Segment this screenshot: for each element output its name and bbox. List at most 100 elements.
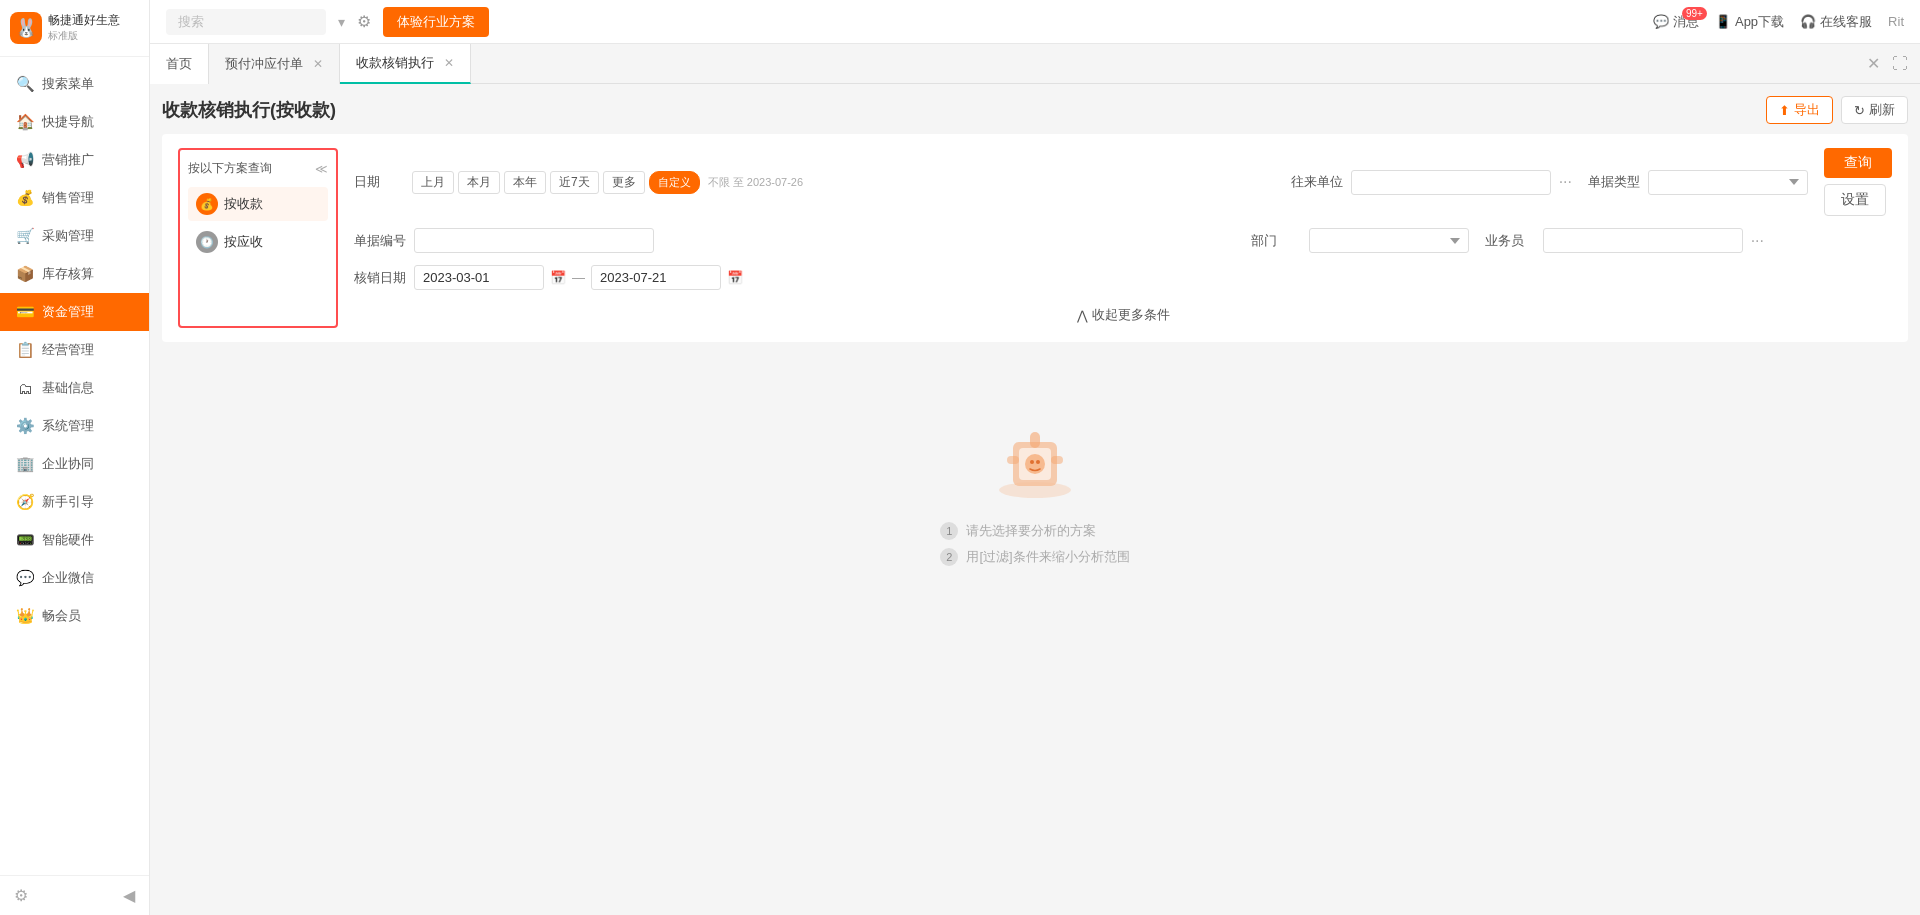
svg-point-8 [1036, 460, 1040, 464]
calendar-end-icon[interactable]: 📅 [727, 270, 743, 285]
tab-bar-actions: ✕ ⛶ [1863, 50, 1920, 77]
filter-scheme-title: 按以下方案查询 ≪ [188, 160, 328, 177]
main-area: 搜索 ▾ ⚙ 体验行业方案 💬 消息 99+ 📱 App下载 🎧 在线客服 Ri… [150, 0, 1920, 915]
sidebar-item-inventory[interactable]: 📦 库存核算 [0, 255, 149, 293]
message-badge[interactable]: 💬 消息 99+ [1653, 13, 1699, 31]
empty-tips: 1 请先选择要分析的方案 2 用[过滤]条件来缩小分析范围 [940, 518, 1129, 570]
sidebar-item-operation[interactable]: 📋 经营管理 [0, 331, 149, 369]
gear-icon[interactable]: ⚙ [357, 12, 371, 31]
docnumber-input[interactable] [414, 228, 654, 253]
guide-icon: 🧭 [16, 493, 34, 511]
sidebar-item-hardware[interactable]: 📟 智能硬件 [0, 521, 149, 559]
calendar-start-icon[interactable]: 📅 [550, 270, 566, 285]
logo-icon: 🐰 [10, 12, 42, 44]
svg-rect-6 [1051, 456, 1063, 464]
inventory-icon: 📦 [16, 265, 34, 283]
sidebar-item-wechat[interactable]: 💬 企业微信 [0, 559, 149, 597]
date-buttons: 上月 本月 本年 近7天 更多 自定义 [412, 171, 700, 194]
tab-prepay-label: 预付冲应付单 [225, 55, 303, 73]
message-count: 99+ [1682, 7, 1707, 20]
sidebar-item-label: 搜索菜单 [42, 75, 94, 93]
date-btn-custom[interactable]: 自定义 [649, 171, 700, 194]
tab-home[interactable]: 首页 [150, 44, 209, 84]
app-download[interactable]: 📱 App下载 [1715, 13, 1784, 31]
doctype-select[interactable] [1648, 170, 1808, 195]
filter-option-label: 按收款 [224, 195, 263, 213]
dept-label: 部门 [1251, 232, 1301, 250]
filter-option-by-receivable[interactable]: 🕐 按应收 [188, 225, 328, 259]
filter-staff-col: 业务员 ··· [1485, 228, 1764, 253]
basic-icon: 🗂 [16, 380, 34, 397]
online-service[interactable]: 🎧 在线客服 [1800, 13, 1872, 31]
sidebar-item-basic[interactable]: 🗂 基础信息 [0, 369, 149, 407]
filter-doctype-col: 单据类型 [1588, 170, 1808, 195]
tab-receipts[interactable]: 收款核销执行 ✕ [340, 44, 471, 84]
sidebar-item-purchase[interactable]: 🛒 采购管理 [0, 217, 149, 255]
tab-close-all-icon[interactable]: ✕ [1863, 50, 1884, 77]
svg-point-7 [1030, 460, 1034, 464]
sidebar-item-quick-nav[interactable]: 🏠 快捷导航 [0, 103, 149, 141]
tab-receipts-close-icon[interactable]: ✕ [444, 56, 454, 70]
sidebar-item-sales[interactable]: 💰 销售管理 [0, 179, 149, 217]
tab-prepay[interactable]: 预付冲应付单 ✕ [209, 44, 340, 84]
sidebar-bottom: ⚙ ◀ [0, 875, 149, 915]
filter-fields: 日期 上月 本月 本年 近7天 更多 自定义 不限 至 2023-07-26 [354, 148, 1892, 328]
solution-button[interactable]: 体验行业方案 [383, 7, 489, 37]
sidebar-item-search-menu[interactable]: 🔍 搜索菜单 [0, 65, 149, 103]
sidebar-item-marketing[interactable]: 📢 营销推广 [0, 141, 149, 179]
marketing-icon: 📢 [16, 151, 34, 169]
header-left: 搜索 ▾ ⚙ 体验行业方案 [166, 7, 489, 37]
counterparty-more-icon[interactable]: ··· [1559, 173, 1572, 191]
sidebar-item-label: 企业协同 [42, 455, 94, 473]
filter-docnumber-col: 单据编号 [354, 228, 654, 253]
filter-action-col: 查询 设置 [1824, 148, 1892, 216]
filter-option-by-receipt[interactable]: 💰 按收款 [188, 187, 328, 221]
staff-more-icon[interactable]: ··· [1751, 232, 1764, 250]
filter-dept-col: 部门 [1251, 228, 1469, 253]
verifydate-end-input[interactable] [591, 265, 721, 290]
setting-button[interactable]: 设置 [1824, 184, 1886, 216]
collapse-more-btn[interactable]: ⋀ 收起更多条件 [354, 302, 1892, 328]
header-right: 💬 消息 99+ 📱 App下载 🎧 在线客服 Rit [1653, 13, 1904, 31]
sidebar-item-guide[interactable]: 🧭 新手引导 [0, 483, 149, 521]
refresh-button[interactable]: ↻ 刷新 [1841, 96, 1908, 124]
collapse-filter-icon[interactable]: ≪ [315, 162, 328, 176]
purchase-icon: 🛒 [16, 227, 34, 245]
settings-bottom-icon[interactable]: ⚙ [14, 886, 28, 905]
sidebar-item-system[interactable]: ⚙️ 系统管理 [0, 407, 149, 445]
date-btn-more[interactable]: 更多 [603, 171, 645, 194]
sidebar-item-member[interactable]: 👑 畅会员 [0, 597, 149, 635]
sidebar-item-label: 经营管理 [42, 341, 94, 359]
export-button[interactable]: ⬆ 导出 [1766, 96, 1833, 124]
date-btn-this-year[interactable]: 本年 [504, 171, 546, 194]
empty-state: 1 请先选择要分析的方案 2 用[过滤]条件来缩小分析范围 [162, 352, 1908, 630]
tab-home-label: 首页 [166, 55, 192, 73]
counterparty-input[interactable] [1351, 170, 1551, 195]
search-menu-icon: 🔍 [16, 75, 34, 93]
tab-expand-icon[interactable]: ⛶ [1888, 51, 1912, 77]
verifydate-start-input[interactable] [414, 265, 544, 290]
operation-icon: 📋 [16, 341, 34, 359]
staff-input[interactable] [1543, 228, 1743, 253]
sidebar-item-enterprise[interactable]: 🏢 企业协同 [0, 445, 149, 483]
staff-label: 业务员 [1485, 232, 1535, 250]
headset-icon: 🎧 [1800, 14, 1816, 29]
quick-nav-icon: 🏠 [16, 113, 34, 131]
enterprise-icon: 🏢 [16, 455, 34, 473]
receipt-icon: 💰 [196, 193, 218, 215]
collapse-sidebar-icon[interactable]: ◀ [123, 886, 135, 905]
date-btn-last7[interactable]: 近7天 [550, 171, 599, 194]
dept-select[interactable] [1309, 228, 1469, 253]
date-btn-this-month[interactable]: 本月 [458, 171, 500, 194]
top-header: 搜索 ▾ ⚙ 体验行业方案 💬 消息 99+ 📱 App下载 🎧 在线客服 Ri… [150, 0, 1920, 44]
date-btn-last-month[interactable]: 上月 [412, 171, 454, 194]
app-name: 畅捷通好生意 [48, 13, 120, 29]
refresh-icon: ↻ [1854, 103, 1865, 118]
filter-counterparty-col: 往来单位 ··· [1291, 170, 1572, 195]
user-name[interactable]: Rit [1888, 14, 1904, 29]
verifydate-label: 核销日期 [354, 269, 406, 287]
query-button[interactable]: 查询 [1824, 148, 1892, 178]
sidebar-item-label: 智能硬件 [42, 531, 94, 549]
sidebar-item-funds[interactable]: 💳 资金管理 [0, 293, 149, 331]
tab-prepay-close-icon[interactable]: ✕ [313, 57, 323, 71]
